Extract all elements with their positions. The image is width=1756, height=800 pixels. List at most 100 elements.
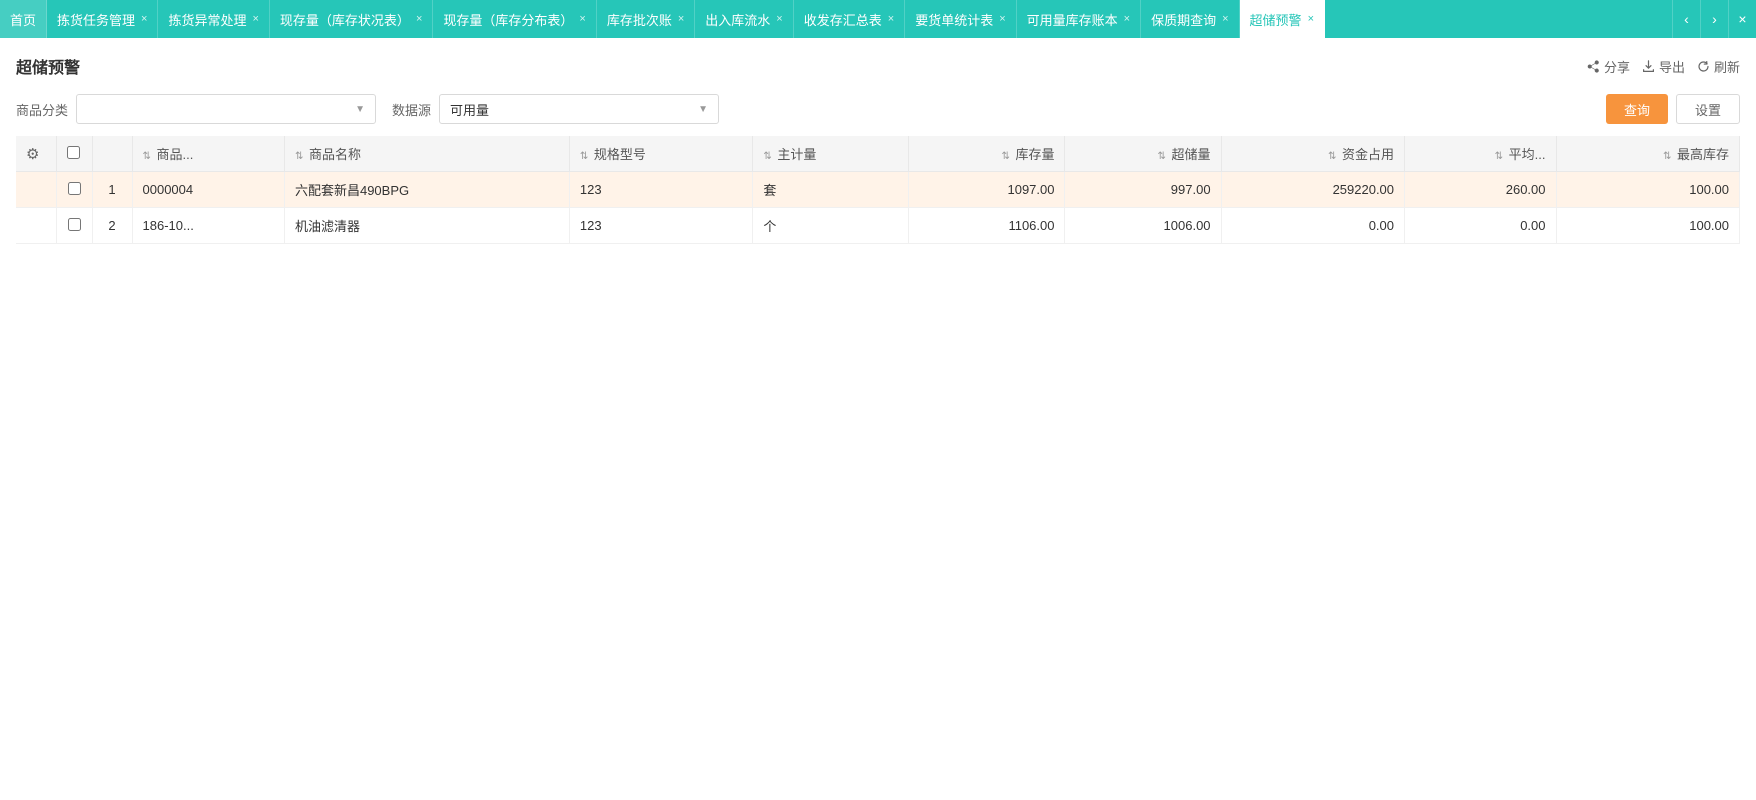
header-actions: 分享 导出 刷新 xyxy=(1587,57,1740,76)
table-row: 2 186-10... 机油滤清器 123 个 1106.00 1006.00 … xyxy=(16,208,1740,244)
export-button[interactable]: 导出 xyxy=(1642,57,1685,76)
nav-label-abnormal: 拣货异常处理 xyxy=(168,10,246,29)
nav-close-task-mgmt[interactable]: × xyxy=(141,13,147,25)
top-nav: 首页 拣货任务管理 × 拣货异常处理 × 现存量（库存状况表） × 现存量（库存… xyxy=(0,0,1756,38)
td-settings xyxy=(16,172,56,208)
category-select[interactable]: ▼ xyxy=(76,94,376,124)
td-product-code: 0000004 xyxy=(132,172,284,208)
td-checkbox[interactable] xyxy=(56,208,92,244)
nav-close-available-ledger[interactable]: × xyxy=(1124,13,1130,25)
td-capital: 259220.00 xyxy=(1221,172,1404,208)
sort-icon-product-code: ⇅ xyxy=(143,151,151,162)
row-checkbox[interactable] xyxy=(68,182,81,195)
nav-label-inventory-dist: 现存量（库存分布表） xyxy=(443,10,573,29)
nav-item-task-mgmt[interactable]: 拣货任务管理 × xyxy=(47,0,158,38)
page-header: 超储预警 分享 导出 刷新 xyxy=(16,54,1740,78)
category-filter-item: 商品分类 ▼ xyxy=(16,94,376,124)
nav-item-inventory-batch[interactable]: 库存批次账 × xyxy=(597,0,695,38)
nav-item-shelf-life[interactable]: 保质期查询 × xyxy=(1141,0,1239,38)
datasource-value: 可用量 xyxy=(450,100,690,119)
th-checkbox[interactable] xyxy=(56,136,92,172)
nav-label-inventory-status: 现存量（库存状况表） xyxy=(280,10,410,29)
th-product-code[interactable]: ⇅ 商品... xyxy=(132,136,284,172)
nav-item-overstock-warning[interactable]: 超储预警 × xyxy=(1240,0,1325,38)
settings-button[interactable]: 设置 xyxy=(1676,94,1740,124)
th-spec[interactable]: ⇅ 规格型号 xyxy=(569,136,752,172)
nav-close-shelf-life[interactable]: × xyxy=(1222,13,1228,25)
td-avg: 260.00 xyxy=(1405,172,1556,208)
datasource-select[interactable]: 可用量 ▼ xyxy=(439,94,719,124)
nav-close-in-out-flow[interactable]: × xyxy=(776,13,782,25)
data-table: ⚙ ⇅ 商品... ⇅ 商品名称 ⇅ 规格型号 xyxy=(16,136,1740,244)
datasource-label: 数据源 xyxy=(392,100,431,119)
nav-item-collect-total[interactable]: 收发存汇总表 × xyxy=(794,0,905,38)
td-unit: 套 xyxy=(753,172,909,208)
nav-close-inventory-batch[interactable]: × xyxy=(678,13,684,25)
filter-actions: 查询 设置 xyxy=(1606,94,1740,124)
nav-close-overstock-warning[interactable]: × xyxy=(1308,13,1314,25)
nav-item-inventory-status[interactable]: 现存量（库存状况表） × xyxy=(270,0,433,38)
nav-more-button[interactable]: × xyxy=(1728,0,1756,38)
refresh-icon xyxy=(1697,60,1710,73)
sort-icon-stock: ⇅ xyxy=(1001,151,1009,162)
td-overstock: 997.00 xyxy=(1065,172,1221,208)
nav-close-requisition-total[interactable]: × xyxy=(999,13,1005,25)
td-max-stock: 100.00 xyxy=(1556,172,1740,208)
sort-icon-avg: ⇅ xyxy=(1495,151,1503,162)
nav-next-button[interactable]: › xyxy=(1700,0,1728,38)
th-product-name[interactable]: ⇅ 商品名称 xyxy=(284,136,569,172)
page-title: 超储预警 xyxy=(16,54,80,78)
select-all-checkbox[interactable] xyxy=(67,146,80,159)
nav-item-requisition-total[interactable]: 要货单统计表 × xyxy=(905,0,1016,38)
th-overstock[interactable]: ⇅ 超储量 xyxy=(1065,136,1221,172)
nav-close-collect-total[interactable]: × xyxy=(888,13,894,25)
nav-item-inventory-dist[interactable]: 现存量（库存分布表） × xyxy=(433,0,596,38)
td-product-name: 六配套新昌490BPG xyxy=(284,172,569,208)
th-settings[interactable]: ⚙ xyxy=(16,136,56,172)
th-unit[interactable]: ⇅ 主计量 xyxy=(753,136,909,172)
nav-label-inventory-batch: 库存批次账 xyxy=(607,10,672,29)
sort-icon-spec: ⇅ xyxy=(580,151,588,162)
nav-label-available-ledger: 可用量库存账本 xyxy=(1027,10,1118,29)
td-unit: 个 xyxy=(753,208,909,244)
nav-prev-button[interactable]: ‹ xyxy=(1672,0,1700,38)
category-label: 商品分类 xyxy=(16,100,68,119)
td-overstock: 1006.00 xyxy=(1065,208,1221,244)
th-avg[interactable]: ⇅ 平均... xyxy=(1405,136,1556,172)
refresh-button[interactable]: 刷新 xyxy=(1697,57,1740,76)
sort-icon-overstock: ⇅ xyxy=(1158,151,1166,162)
nav-label-in-out-flow: 出入库流水 xyxy=(705,10,770,29)
th-max-stock[interactable]: ⇅ 最高库存 xyxy=(1556,136,1740,172)
sort-icon-unit: ⇅ xyxy=(763,151,771,162)
export-icon xyxy=(1642,60,1655,73)
td-settings xyxy=(16,208,56,244)
nav-close-inventory-dist[interactable]: × xyxy=(579,13,585,25)
nav-close-abnormal[interactable]: × xyxy=(252,13,258,25)
nav-label-home: 首页 xyxy=(10,10,36,29)
sort-icon-capital: ⇅ xyxy=(1328,151,1336,162)
share-button[interactable]: 分享 xyxy=(1587,57,1630,76)
td-checkbox[interactable] xyxy=(56,172,92,208)
sort-icon-product-name: ⇅ xyxy=(295,151,303,162)
table-header-row: ⚙ ⇅ 商品... ⇅ 商品名称 ⇅ 规格型号 xyxy=(16,136,1740,172)
sort-icon-max-stock: ⇅ xyxy=(1663,151,1671,162)
td-stock: 1097.00 xyxy=(909,172,1065,208)
query-button[interactable]: 查询 xyxy=(1606,94,1668,124)
nav-item-available-ledger[interactable]: 可用量库存账本 × xyxy=(1017,0,1141,38)
nav-close-inventory-status[interactable]: × xyxy=(416,13,422,25)
gear-icon[interactable]: ⚙ xyxy=(26,146,39,163)
row-checkbox[interactable] xyxy=(68,218,81,231)
td-max-stock: 100.00 xyxy=(1556,208,1740,244)
td-product-code: 186-10... xyxy=(132,208,284,244)
nav-label-task-mgmt: 拣货任务管理 xyxy=(57,10,135,29)
datasource-filter-item: 数据源 可用量 ▼ xyxy=(392,94,719,124)
nav-item-in-out-flow[interactable]: 出入库流水 × xyxy=(695,0,793,38)
category-dropdown-icon: ▼ xyxy=(355,104,365,115)
th-index xyxy=(92,136,132,172)
datasource-dropdown-icon: ▼ xyxy=(698,104,708,115)
nav-item-abnormal[interactable]: 拣货异常处理 × xyxy=(158,0,269,38)
table-row: 1 0000004 六配套新昌490BPG 123 套 1097.00 997.… xyxy=(16,172,1740,208)
th-capital[interactable]: ⇅ 资金占用 xyxy=(1221,136,1404,172)
th-stock[interactable]: ⇅ 库存量 xyxy=(909,136,1065,172)
nav-item-home[interactable]: 首页 xyxy=(0,0,47,38)
